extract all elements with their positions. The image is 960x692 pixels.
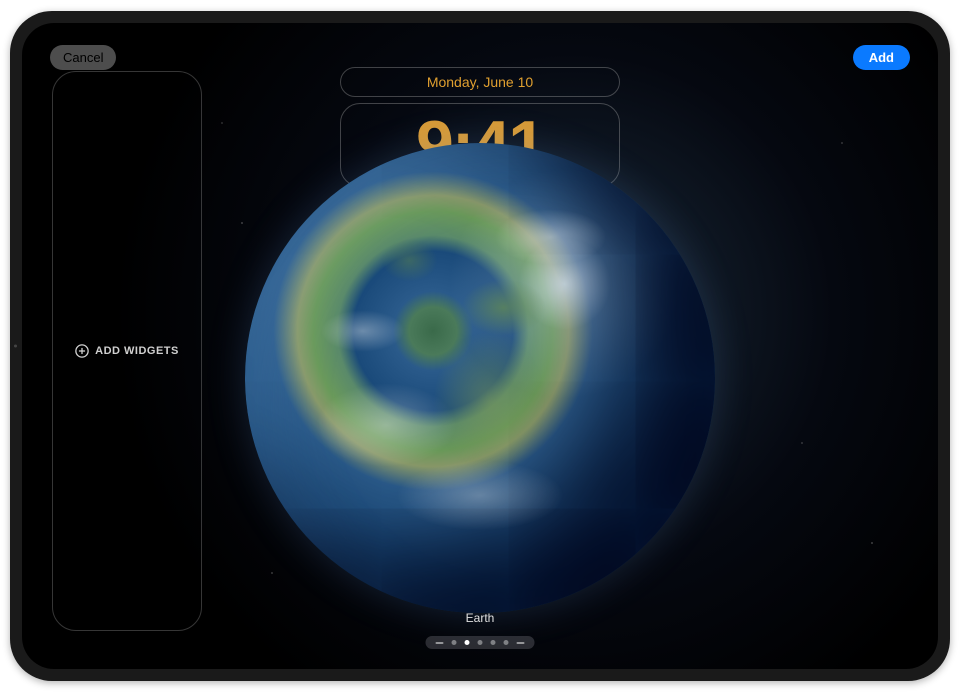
add-button[interactable]: Add bbox=[853, 45, 910, 70]
page-dot[interactable] bbox=[491, 640, 496, 645]
page-dot[interactable] bbox=[452, 640, 457, 645]
add-widgets-button[interactable]: ADD WIDGETS bbox=[75, 344, 179, 358]
ipad-device-frame: Cancel Add ADD WIDGETS Monday, June 10 9… bbox=[10, 11, 950, 681]
wallpaper-preview[interactable] bbox=[245, 143, 715, 613]
date-widget[interactable]: Monday, June 10 bbox=[340, 67, 620, 97]
page-indicator-dash bbox=[517, 642, 525, 644]
page-dot[interactable] bbox=[478, 640, 483, 645]
wallpaper-pagination[interactable] bbox=[426, 636, 535, 649]
date-text: Monday, June 10 bbox=[427, 74, 533, 90]
page-dot[interactable] bbox=[504, 640, 509, 645]
lockscreen-editor: Cancel Add ADD WIDGETS Monday, June 10 9… bbox=[22, 23, 938, 669]
widget-panel[interactable]: ADD WIDGETS bbox=[52, 71, 202, 631]
earth-globe-image bbox=[245, 143, 715, 613]
add-widgets-label: ADD WIDGETS bbox=[95, 345, 179, 357]
page-dot-active[interactable] bbox=[465, 640, 470, 645]
plus-circle-icon bbox=[75, 344, 89, 358]
page-indicator-dash bbox=[436, 642, 444, 644]
wallpaper-name-label: Earth bbox=[466, 611, 495, 625]
cancel-button[interactable]: Cancel bbox=[50, 45, 116, 70]
